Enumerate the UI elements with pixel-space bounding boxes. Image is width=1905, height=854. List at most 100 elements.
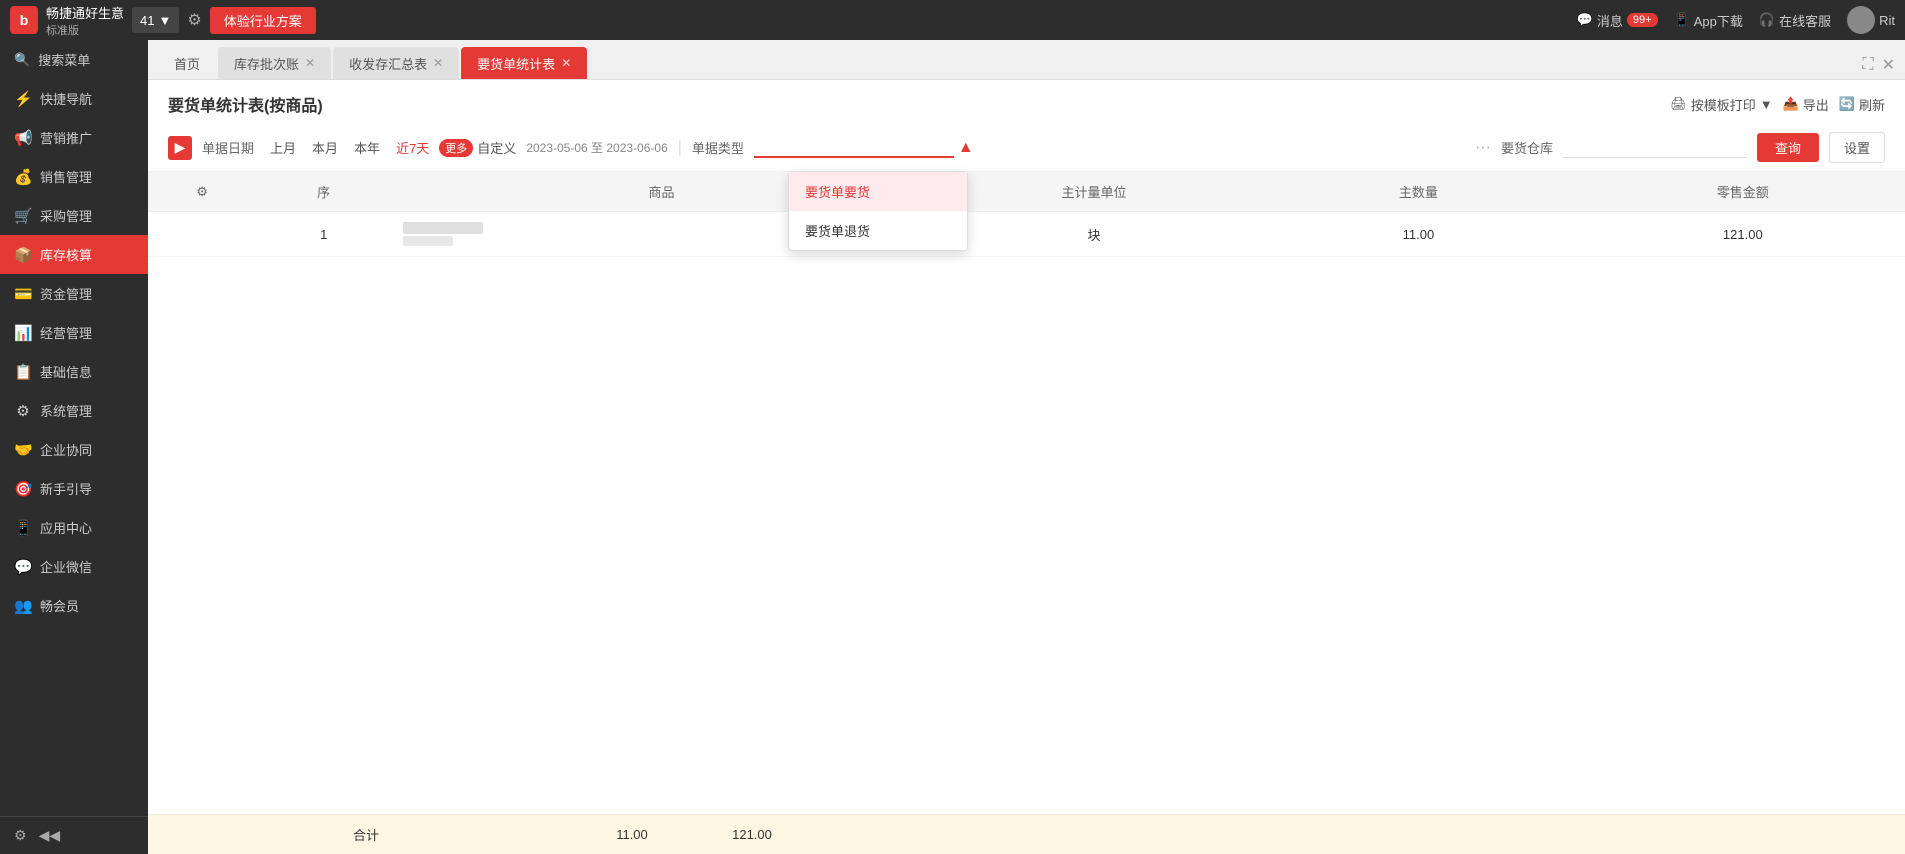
finance-icon: 💳 bbox=[14, 285, 32, 303]
sidebar-item-wechat[interactable]: 💬 企业微信 bbox=[0, 547, 148, 586]
purchase-icon: 🛒 bbox=[14, 207, 32, 225]
type-filter-label: 单据类型 bbox=[692, 138, 744, 157]
tab-bar: 首页 库存批次账 ✕ 收发存汇总表 ✕ 要货单统计表 ✕ ⛶ ✕ bbox=[148, 40, 1905, 80]
product-code-bar bbox=[403, 236, 453, 246]
print-btn[interactable]: 🖨 按模板打印 ▼ bbox=[1670, 95, 1772, 114]
tab-receive-summary[interactable]: 收发存汇总表 ✕ bbox=[333, 47, 459, 79]
filter-more-options[interactable]: ··· bbox=[1475, 139, 1491, 157]
tab-order-stats[interactable]: 要货单统计表 ✕ bbox=[461, 47, 587, 79]
tab-home[interactable]: 首页 bbox=[158, 47, 216, 79]
app-logo: b bbox=[10, 6, 38, 34]
col-header-amount: 零售金额 bbox=[1581, 172, 1905, 212]
sidebar-label-operations: 经营管理 bbox=[40, 323, 92, 342]
enterprise-icon: 🤝 bbox=[14, 441, 32, 459]
filter-date-custom[interactable]: 自定义 bbox=[477, 138, 516, 157]
tab-order-stats-label: 要货单统计表 bbox=[477, 54, 555, 73]
tab-inventory-batch-close[interactable]: ✕ bbox=[305, 56, 315, 70]
wechat-icon: 💬 bbox=[14, 558, 32, 576]
online-service-btn[interactable]: 🎧 在线客服 bbox=[1759, 11, 1831, 30]
row-settings-cell bbox=[148, 212, 256, 257]
set-button[interactable]: 设置 bbox=[1829, 132, 1885, 163]
footer-collapse-icon[interactable]: ◀◀ bbox=[39, 827, 61, 844]
sidebar-label-marketing: 营销推广 bbox=[40, 128, 92, 147]
sidebar-label-search: 搜索菜单 bbox=[38, 50, 90, 69]
sidebar-item-inventory[interactable]: 📦 库存核算 bbox=[0, 235, 148, 274]
tab-receive-summary-close[interactable]: ✕ bbox=[433, 56, 443, 70]
user-name: Rit bbox=[1879, 13, 1895, 28]
refresh-icon: 🔄 bbox=[1839, 96, 1855, 112]
sidebar-item-finance[interactable]: 💳 资金管理 bbox=[0, 274, 148, 313]
col-header-settings[interactable]: ⚙ bbox=[148, 172, 256, 212]
sidebar-item-member[interactable]: 👥 畅会员 bbox=[0, 586, 148, 625]
filter-warehouse-input[interactable] bbox=[1563, 138, 1747, 158]
filter-date-this-year[interactable]: 本年 bbox=[348, 135, 386, 160]
avatar-img bbox=[1847, 6, 1875, 34]
sidebar-item-enterprise[interactable]: 🤝 企业协同 bbox=[0, 430, 148, 469]
sidebar-item-system[interactable]: ⚙ 系统管理 bbox=[0, 391, 148, 430]
sidebar-item-app-center[interactable]: 📱 应用中心 bbox=[0, 508, 148, 547]
filter-type-input[interactable] bbox=[754, 137, 954, 158]
filter-type-dropdown[interactable]: ▲ bbox=[958, 139, 974, 157]
tab-order-stats-close[interactable]: ✕ bbox=[561, 56, 571, 70]
dropdown-item-yh-single[interactable]: 要货单要货 bbox=[789, 172, 967, 211]
user-avatar[interactable]: Rit bbox=[1847, 6, 1895, 34]
sidebar-item-quick-nav[interactable]: ⚡ 快捷导航 bbox=[0, 79, 148, 118]
app-name: 畅捷通好生意 bbox=[46, 3, 124, 22]
filter-date-more[interactable]: 更多 bbox=[439, 139, 473, 157]
table-header-row: ⚙ 序 商品 主计量单位 主数量 零售金额 bbox=[148, 172, 1905, 212]
sidebar-item-purchase[interactable]: 🛒 采购管理 bbox=[0, 196, 148, 235]
filter-date-last-month[interactable]: 上月 bbox=[264, 135, 302, 160]
base-info-icon: 📋 bbox=[14, 363, 32, 381]
sidebar-label-finance: 资金管理 bbox=[40, 284, 92, 303]
sidebar-label-system: 系统管理 bbox=[40, 401, 92, 420]
export-label: 导出 bbox=[1803, 95, 1829, 114]
industry-btn[interactable]: 体验行业方案 bbox=[210, 7, 316, 34]
filter-date-7days[interactable]: 近7天 bbox=[390, 135, 435, 160]
operations-icon: 📊 bbox=[14, 324, 32, 342]
settings-icon[interactable]: ⚙ bbox=[187, 10, 201, 30]
sidebar-item-search[interactable]: 🔍 搜索菜单 bbox=[0, 40, 148, 79]
app-download-btn[interactable]: 📱 App下载 bbox=[1674, 11, 1743, 30]
filter-date-this-month[interactable]: 本月 bbox=[306, 135, 344, 160]
refresh-label: 刷新 bbox=[1859, 95, 1885, 114]
query-button[interactable]: 查询 bbox=[1757, 133, 1819, 162]
sidebar-label-quick-nav: 快捷导航 bbox=[40, 89, 92, 108]
notification-icon: 💬 bbox=[1577, 12, 1593, 28]
sidebar-label-enterprise: 企业协同 bbox=[40, 440, 92, 459]
product-name-bar bbox=[403, 222, 483, 234]
export-icon: 📤 bbox=[1783, 96, 1799, 112]
sidebar-item-base-info[interactable]: 📋 基础信息 bbox=[0, 352, 148, 391]
export-btn[interactable]: 📤 导出 bbox=[1783, 95, 1829, 114]
sidebar-label-member: 畅会员 bbox=[40, 596, 79, 615]
guide-icon: 🎯 bbox=[14, 480, 32, 498]
store-selector[interactable]: 41 ▼ bbox=[132, 7, 179, 33]
tab-inventory-batch[interactable]: 库存批次账 ✕ bbox=[218, 47, 331, 79]
sidebar-item-marketing[interactable]: 📢 营销推广 bbox=[0, 118, 148, 157]
table-area: ⚙ 序 商品 主计量单位 主数量 零售金额 1 bbox=[148, 172, 1905, 814]
print-icon: 🖨 bbox=[1670, 96, 1687, 112]
sidebar-item-operations[interactable]: 📊 经营管理 bbox=[0, 313, 148, 352]
data-table: ⚙ 序 商品 主计量单位 主数量 零售金额 1 bbox=[148, 172, 1905, 257]
sidebar-item-sales[interactable]: 💰 销售管理 bbox=[0, 157, 148, 196]
member-icon: 👥 bbox=[14, 597, 32, 615]
sidebar-label-base-info: 基础信息 bbox=[40, 362, 92, 381]
footer-settings-icon[interactable]: ⚙ bbox=[14, 827, 27, 844]
refresh-btn[interactable]: 🔄 刷新 bbox=[1839, 95, 1885, 114]
type-dropdown-menu: 要货单要货 要货单退货 bbox=[788, 171, 968, 251]
dropdown-item-yh-return[interactable]: 要货单退货 bbox=[789, 211, 967, 250]
sidebar-label-inventory: 库存核算 bbox=[40, 245, 92, 264]
print-label: 按模板打印 bbox=[1691, 95, 1756, 114]
table-row: 1 块 11.00 121.00 bbox=[148, 212, 1905, 257]
print-dropdown-icon: ▼ bbox=[1760, 97, 1773, 112]
tab-maximize-icon[interactable]: ⛶ bbox=[1862, 56, 1873, 74]
main-layout: 🔍 搜索菜单 ⚡ 快捷导航 📢 营销推广 💰 销售管理 🛒 采购管理 📦 库存核… bbox=[0, 40, 1905, 854]
tab-close-all-icon[interactable]: ✕ bbox=[1882, 55, 1895, 75]
search-icon: 🔍 bbox=[14, 52, 30, 68]
table-body: 1 块 11.00 121.00 bbox=[148, 212, 1905, 257]
phone-icon: 📱 bbox=[1674, 12, 1690, 28]
notification-btn[interactable]: 💬 消息 99+ bbox=[1577, 11, 1658, 30]
sidebar-item-guide[interactable]: 🎯 新手引导 bbox=[0, 469, 148, 508]
filter-expand-btn[interactable]: ▶ bbox=[168, 136, 192, 160]
sidebar-label-wechat: 企业微信 bbox=[40, 557, 92, 576]
sidebar-label-sales: 销售管理 bbox=[40, 167, 92, 186]
